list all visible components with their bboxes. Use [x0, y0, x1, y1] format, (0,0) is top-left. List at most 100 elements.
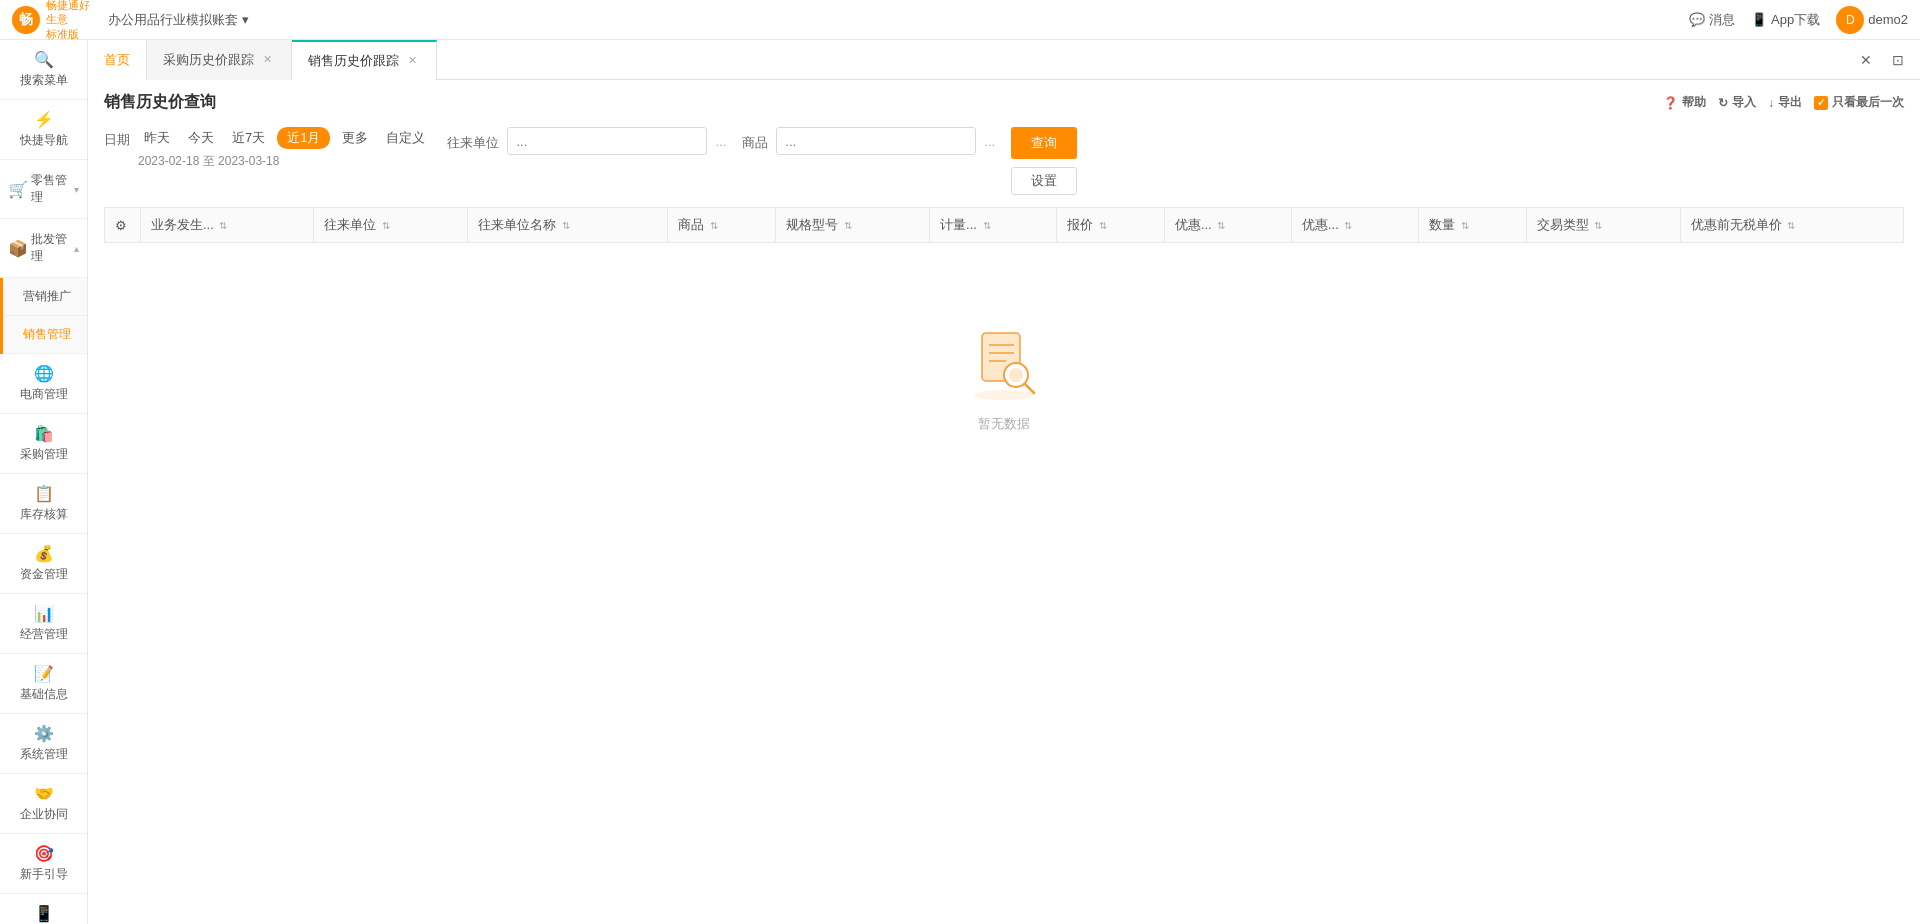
partner-input[interactable]: [507, 127, 707, 155]
chevron-up-icon: ▴: [74, 243, 79, 254]
partner-dots-button[interactable]: ...: [715, 134, 726, 149]
sidebar-item-app-center[interactable]: 📱 应用中心: [0, 894, 87, 924]
date-options-group: 昨天 今天 近7天 近1月 更多 自定义 2023-02-18 至 2023-0…: [138, 127, 431, 170]
sidebar-item-label: 搜索菜单: [20, 72, 68, 89]
logo-area: 畅 畅捷通好生意 标准版: [12, 0, 100, 41]
chevron-down-icon: ▾: [242, 12, 249, 27]
system-icon: ⚙️: [34, 724, 54, 743]
empty-text: 暂无数据: [978, 415, 1030, 433]
empty-state: 暂无数据: [104, 243, 1904, 513]
sidebar-item-purchase-manage[interactable]: 🛍️ 采购管理: [0, 414, 87, 474]
sidebar-item-label: 新手引导: [20, 866, 68, 883]
date-filter-group: 日期 昨天 今天 近7天 近1月 更多 自定义 2023-02-18 至 202…: [104, 127, 431, 170]
only-latest-checkbox-group[interactable]: ✓ 只看最后一次: [1814, 94, 1904, 111]
th-partner-name[interactable]: 往来单位名称 ⇅: [468, 208, 668, 243]
sidebar-item-ecommerce[interactable]: 🌐 电商管理: [0, 354, 87, 414]
data-table: ⚙ 业务发生... ⇅ 往来单位 ⇅ 往来单位名称: [104, 207, 1904, 243]
sidebar-item-label: 销售管理: [23, 326, 71, 343]
date-opt-7days[interactable]: 近7天: [226, 127, 271, 149]
tab-purchase-history[interactable]: 采购历史价跟踪 ✕: [147, 40, 292, 80]
export-button[interactable]: ↓ 导出: [1768, 94, 1802, 111]
tab-close-purchase[interactable]: ✕: [260, 52, 275, 67]
th-biz-date[interactable]: 业务发生... ⇅: [141, 208, 314, 243]
app-center-icon: 📱: [34, 904, 54, 923]
tab-close-sales[interactable]: ✕: [405, 53, 420, 68]
tabs-bar: 首页 采购历史价跟踪 ✕ 销售历史价跟踪 ✕ ✕ ⊡: [88, 40, 1920, 80]
th-unit[interactable]: 计量... ⇅: [930, 208, 1057, 243]
date-opt-today[interactable]: 今天: [182, 127, 220, 149]
th-discount1[interactable]: 优惠... ⇅: [1164, 208, 1291, 243]
th-quantity[interactable]: 数量 ⇅: [1418, 208, 1526, 243]
date-opt-more[interactable]: 更多: [336, 127, 374, 149]
top-bar: 畅 畅捷通好生意 标准版 办公用品行业模拟账套 ▾ 💬 消息 📱 App下载 D…: [0, 0, 1920, 40]
tab-close-all-button[interactable]: ✕: [1852, 46, 1880, 74]
sidebar-item-finance[interactable]: 💰 资金管理: [0, 534, 87, 594]
date-opt-custom[interactable]: 自定义: [380, 127, 431, 149]
goods-filter-group: 商品 ...: [742, 127, 995, 155]
logo-text: 畅捷通好生意 标准版: [46, 0, 100, 41]
empty-icon: [964, 323, 1044, 403]
th-goods[interactable]: 商品 ⇅: [668, 208, 776, 243]
company-selector[interactable]: 办公用品行业模拟账套 ▾: [108, 11, 249, 29]
only-latest-checkbox[interactable]: ✓: [1814, 96, 1828, 110]
operations-icon: 📊: [34, 604, 54, 623]
sidebar-item-label: 资金管理: [20, 566, 68, 583]
date-opt-1month[interactable]: 近1月: [277, 127, 330, 149]
tab-sales-history[interactable]: 销售历史价跟踪 ✕: [292, 40, 437, 80]
query-button[interactable]: 查询: [1011, 127, 1077, 159]
th-pre-tax-price[interactable]: 优惠前无税单价 ⇅: [1680, 208, 1903, 243]
date-opt-yesterday[interactable]: 昨天: [138, 127, 176, 149]
sidebar-item-marketing[interactable]: 营销推广: [3, 278, 87, 316]
settings-button[interactable]: 设置: [1011, 167, 1077, 195]
sidebar-item-enterprise-collab[interactable]: 🤝 企业协同: [0, 774, 87, 834]
inventory-icon: 📋: [34, 484, 54, 503]
sidebar-item-system[interactable]: ⚙️ 系统管理: [0, 714, 87, 774]
purchase-icon: 🛍️: [34, 424, 54, 443]
page-title-row: 销售历史价查询 ❓ 帮助 ↻ 导入 ↓ 导出: [104, 92, 1904, 113]
import-button[interactable]: ↻ 导入: [1718, 94, 1756, 111]
goods-input[interactable]: [776, 127, 976, 155]
tab-maximize-button[interactable]: ⊡: [1884, 46, 1912, 74]
date-range-display: 2023-02-18 至 2023-03-18: [138, 153, 431, 170]
logo-icon: 畅: [12, 6, 40, 34]
sidebar-item-sales-manage[interactable]: 销售管理: [3, 316, 87, 354]
avatar: D: [1836, 6, 1864, 34]
sort-arrows-icon: ⇅: [983, 220, 991, 231]
sort-arrows-icon: ⇅: [1099, 220, 1107, 231]
svg-point-0: [974, 390, 1034, 400]
import-icon: ↻: [1718, 96, 1728, 110]
th-quote-price[interactable]: 报价 ⇅: [1057, 208, 1165, 243]
th-discount2[interactable]: 优惠... ⇅: [1291, 208, 1418, 243]
th-trade-type[interactable]: 交易类型 ⇅: [1526, 208, 1680, 243]
sidebar-item-basic-info[interactable]: 📝 基础信息: [0, 654, 87, 714]
sidebar-item-operations[interactable]: 📊 经营管理: [0, 594, 87, 654]
tab-home[interactable]: 首页: [88, 40, 147, 80]
sidebar-item-inventory[interactable]: 📋 库存核算: [0, 474, 87, 534]
sidebar-item-search-menu[interactable]: 🔍 搜索菜单: [0, 40, 87, 100]
svg-point-7: [1009, 368, 1023, 382]
date-options-row: 昨天 今天 近7天 近1月 更多 自定义: [138, 127, 431, 149]
page-title: 销售历史价查询: [104, 92, 216, 113]
sidebar-item-new-guide[interactable]: 🎯 新手引导: [0, 834, 87, 894]
sidebar-item-label: 系统管理: [20, 746, 68, 763]
goods-dots-button[interactable]: ...: [984, 134, 995, 149]
sidebar-item-wholesale-manage[interactable]: 📦 批发管理 ▴: [0, 219, 87, 278]
sidebar-item-quick-nav[interactable]: ⚡ 快捷导航: [0, 100, 87, 160]
sort-arrows-icon: ⇅: [710, 220, 718, 231]
app-download-button[interactable]: 📱 App下载: [1751, 11, 1820, 29]
message-button[interactable]: 💬 消息: [1689, 11, 1735, 29]
th-spec[interactable]: 规格型号 ⇅: [776, 208, 930, 243]
sidebar-item-retail-manage[interactable]: 🛒 零售管理 ▾: [0, 160, 87, 219]
chevron-down-icon: ▾: [74, 184, 79, 195]
th-partner-code[interactable]: 往来单位 ⇅: [314, 208, 468, 243]
th-settings[interactable]: ⚙: [105, 208, 141, 243]
help-button[interactable]: ❓ 帮助: [1663, 94, 1706, 111]
page-content: 销售历史价查询 ❓ 帮助 ↻ 导入 ↓ 导出: [88, 80, 1920, 924]
partner-filter-group: 往来单位 ...: [447, 127, 726, 155]
table-header: ⚙ 业务发生... ⇅ 往来单位 ⇅ 往来单位名称: [105, 208, 1904, 243]
sidebar-item-label: 零售管理: [31, 172, 71, 206]
wholesale-icon: 📦: [8, 239, 28, 258]
user-menu[interactable]: D demo2: [1836, 6, 1908, 34]
goods-filter-label: 商品: [742, 130, 768, 152]
sort-arrows-icon: ⇅: [1461, 220, 1469, 231]
